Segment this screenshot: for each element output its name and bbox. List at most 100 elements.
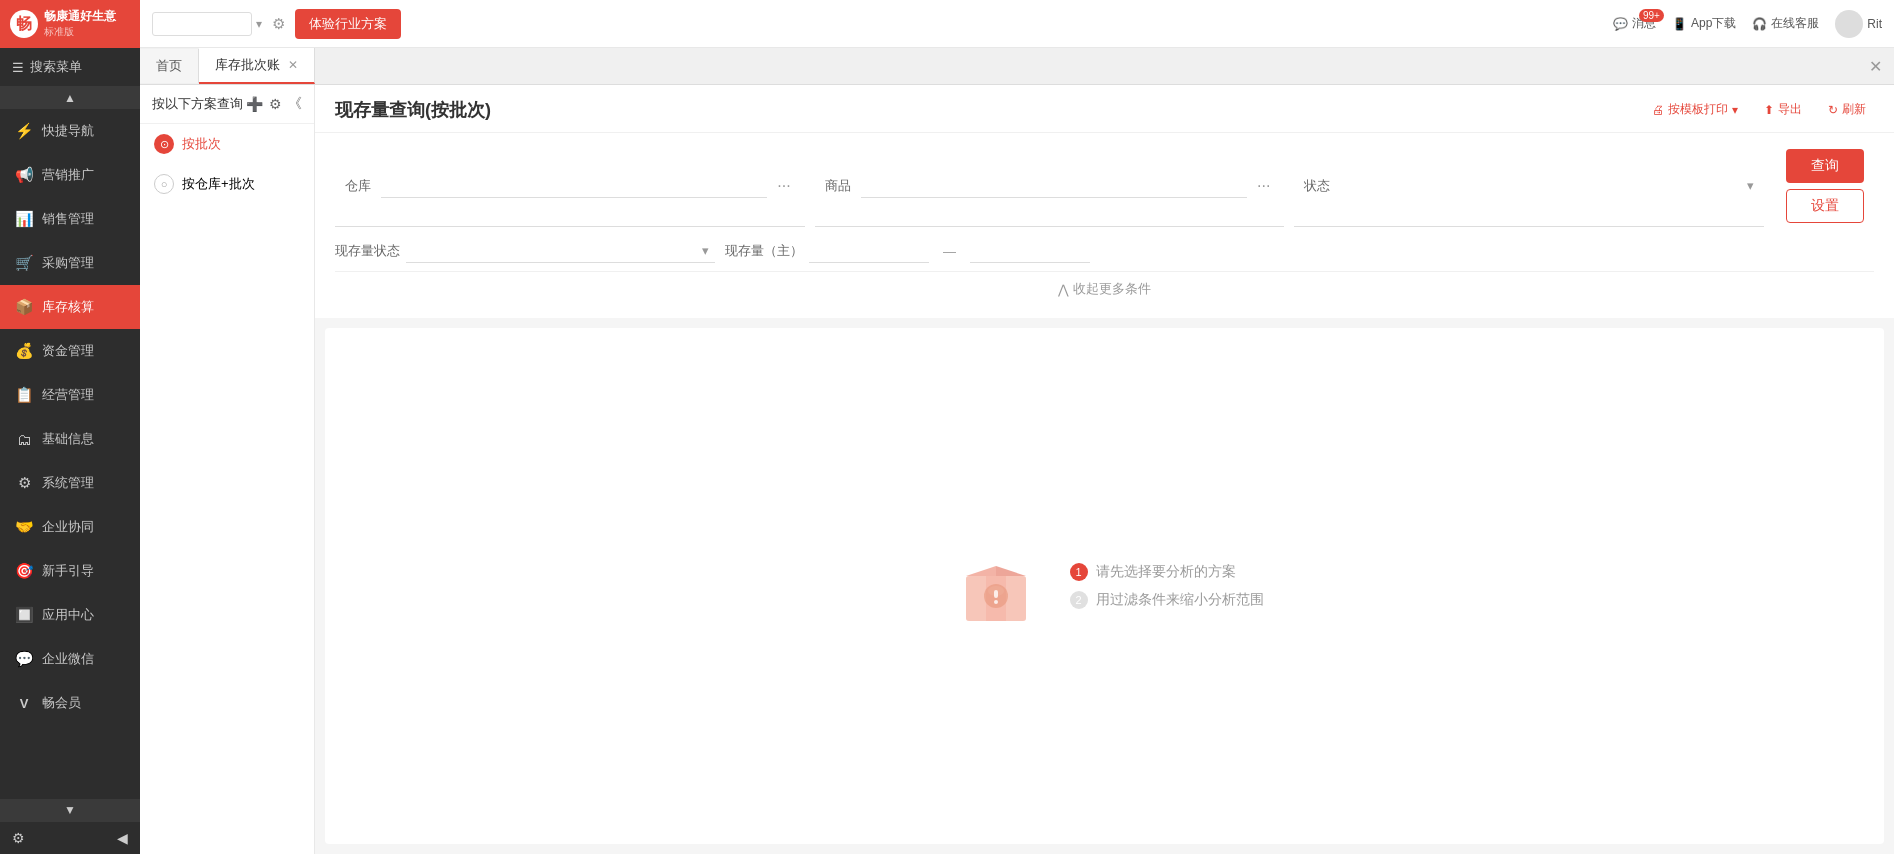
sidebar-item-finance[interactable]: 💰 资金管理 — [0, 329, 140, 373]
empty-tips: 1 请先选择要分析的方案 2 用过滤条件来缩小分析范围 — [1070, 563, 1264, 609]
print-icon: 🖨 — [1652, 103, 1664, 117]
page-title-bar: 现存量查询(按批次) 🖨 按模板打印 ▾ ⬆ 导出 ↻ 刷新 — [315, 85, 1894, 133]
sidebar-item-label: 基础信息 — [42, 430, 94, 448]
export-icon: ⬆ — [1764, 103, 1774, 117]
warehouse-filter-input[interactable] — [381, 174, 767, 198]
close-all-tabs-button[interactable]: ✕ — [1857, 57, 1894, 76]
warehouse-dots[interactable]: ··· — [773, 177, 794, 195]
industry-solution-button[interactable]: 体验行业方案 — [295, 9, 401, 39]
inventory-status-arrow-icon: ▾ — [702, 243, 709, 258]
system-icon: ⚙ — [14, 473, 34, 493]
topbar-actions: 💬 消息 99+ 📱 App下载 🎧 在线客服 Rit — [1613, 10, 1882, 38]
collapse-more-button[interactable]: ⋀ 收起更多条件 — [335, 271, 1874, 306]
sidebar-collapse-button[interactable]: ◀ — [117, 830, 128, 846]
export-button[interactable]: ⬆ 导出 — [1756, 97, 1810, 122]
svg-marker-1 — [966, 566, 996, 576]
sidebar-item-purchase[interactable]: 🛒 采购管理 — [0, 241, 140, 285]
sidebar-item-label: 企业微信 — [42, 650, 94, 668]
scheme-batch-label: 按批次 — [182, 135, 221, 153]
scheme-warehouse-icon: ○ — [154, 174, 174, 194]
main-area: ▾ ⚙ 体验行业方案 💬 消息 99+ 📱 App下载 🎧 在线客服 Rit — [140, 0, 1894, 854]
sales-icon: 📊 — [14, 209, 34, 229]
marketing-icon: 📢 — [14, 165, 34, 185]
sidebar-item-inventory[interactable]: 📦 库存核算 — [0, 285, 140, 329]
inventory-qty-dash: — — [935, 244, 964, 259]
print-arrow-icon: ▾ — [1732, 103, 1738, 117]
sidebar-item-basic[interactable]: 🗂 基础信息 — [0, 417, 140, 461]
online-service-button[interactable]: 🎧 在线客服 — [1752, 15, 1819, 32]
messages-button[interactable]: 💬 消息 99+ — [1613, 15, 1656, 32]
purchase-icon: 🛒 — [14, 253, 34, 273]
scheme-item-warehouse-batch[interactable]: ○ 按仓库+批次 — [140, 164, 314, 204]
refresh-icon: ↻ — [1828, 103, 1838, 117]
sidebar-settings-button[interactable]: ⚙ — [12, 830, 25, 846]
collapse-up-icon: ⋀ — [1058, 282, 1069, 297]
content-area: 按以下方案查询 ➕ ⚙ 《 ⊙ 按批次 ○ 按仓库+批次 现存量查询(按批次) — [140, 85, 1894, 854]
inventory-status-select[interactable]: ▾ — [406, 239, 715, 263]
member-icon: V — [14, 693, 34, 713]
sidebar-scroll-up[interactable]: ▲ — [0, 87, 140, 109]
topbar-gear-icon[interactable]: ⚙ — [272, 15, 285, 33]
sidebar-item-label: 系统管理 — [42, 474, 94, 492]
sidebar-item-member[interactable]: V 畅会员 — [0, 681, 140, 725]
sidebar-item-wechat[interactable]: 💬 企业微信 — [0, 637, 140, 681]
svg-rect-7 — [994, 590, 998, 598]
inventory-qty-min-input[interactable] — [809, 239, 929, 263]
sidebar-item-label: 经营管理 — [42, 386, 94, 404]
collapse-panel-button[interactable]: 《 — [288, 95, 302, 113]
tab-inventory-batch[interactable]: 库存批次账 ✕ — [199, 48, 315, 84]
app-download-icon: 📱 — [1672, 17, 1687, 31]
sidebar-item-enterprise[interactable]: 🤝 企业协同 — [0, 505, 140, 549]
sidebar-item-label: 企业协同 — [42, 518, 94, 536]
query-button[interactable]: 查询 — [1786, 149, 1864, 183]
basic-icon: 🗂 — [14, 429, 34, 449]
tip-2-text: 用过滤条件来缩小分析范围 — [1096, 591, 1264, 609]
empty-tip-1: 1 请先选择要分析的方案 — [1070, 563, 1264, 581]
inventory-qty-label: 现存量（主） — [725, 242, 803, 260]
filter-area: 仓库 ··· 商品 ··· 状态 ▾ — [315, 133, 1894, 318]
sidebar-title-block: 畅康通好生意 标准版 — [44, 9, 116, 39]
user-avatar[interactable]: Rit — [1835, 10, 1882, 38]
sidebar-item-label: 销售管理 — [42, 210, 94, 228]
scheme-item-batch[interactable]: ⊙ 按批次 — [140, 124, 314, 164]
filter-settings-button[interactable]: 设置 — [1786, 189, 1864, 223]
quicknav-icon: ⚡ — [14, 121, 34, 141]
empty-box-icon — [946, 541, 1046, 631]
status-filter-select[interactable]: ▾ — [1340, 178, 1754, 193]
status-select-arrow-icon: ▾ — [1747, 178, 1754, 193]
tip-1-number: 1 — [1070, 563, 1088, 581]
search-menu-icon: ☰ — [12, 60, 24, 75]
sidebar-item-quicknav[interactable]: ⚡ 快捷导航 — [0, 109, 140, 153]
topbar: ▾ ⚙ 体验行业方案 💬 消息 99+ 📱 App下载 🎧 在线客服 Rit — [140, 0, 1894, 48]
add-scheme-button[interactable]: ➕ — [246, 96, 263, 112]
inventory-qty-max-input[interactable] — [970, 239, 1090, 263]
tab-close-icon[interactable]: ✕ — [288, 58, 298, 72]
app-download-button[interactable]: 📱 App下载 — [1672, 15, 1736, 32]
sidebar-item-operation[interactable]: 📋 经营管理 — [0, 373, 140, 417]
operation-icon: 📋 — [14, 385, 34, 405]
topbar-chevron-icon[interactable]: ▾ — [256, 17, 262, 31]
tab-home[interactable]: 首页 — [140, 49, 199, 83]
username-label: Rit — [1867, 17, 1882, 31]
sidebar-item-apps[interactable]: 🔲 应用中心 — [0, 593, 140, 637]
topbar-search-input[interactable] — [152, 12, 252, 36]
messages-badge: 99+ — [1639, 9, 1664, 22]
refresh-button[interactable]: ↻ 刷新 — [1820, 97, 1874, 122]
sidebar-item-label: 新手引导 — [42, 562, 94, 580]
product-dots[interactable]: ··· — [1253, 177, 1274, 195]
left-panel-header: 按以下方案查询 ➕ ⚙ 《 — [140, 85, 314, 124]
sidebar-item-newbie[interactable]: 🎯 新手引导 — [0, 549, 140, 593]
sidebar-item-label: 库存核算 — [42, 298, 94, 316]
sidebar-scroll-down[interactable]: ▼ — [0, 799, 140, 821]
print-template-button[interactable]: 🖨 按模板打印 ▾ — [1644, 97, 1746, 122]
product-filter-input[interactable] — [861, 174, 1247, 198]
sidebar-item-label: 应用中心 — [42, 606, 94, 624]
scheme-settings-button[interactable]: ⚙ — [269, 96, 282, 112]
finance-icon: 💰 — [14, 341, 34, 361]
sidebar-item-sales[interactable]: 📊 销售管理 — [0, 197, 140, 241]
sidebar-item-system[interactable]: ⚙ 系统管理 — [0, 461, 140, 505]
page-title: 现存量查询(按批次) — [335, 98, 491, 122]
sidebar-item-marketing[interactable]: 📢 营销推广 — [0, 153, 140, 197]
sidebar-item-label: 营销推广 — [42, 166, 94, 184]
sidebar-search-menu[interactable]: ☰ 搜索菜单 — [0, 48, 140, 87]
